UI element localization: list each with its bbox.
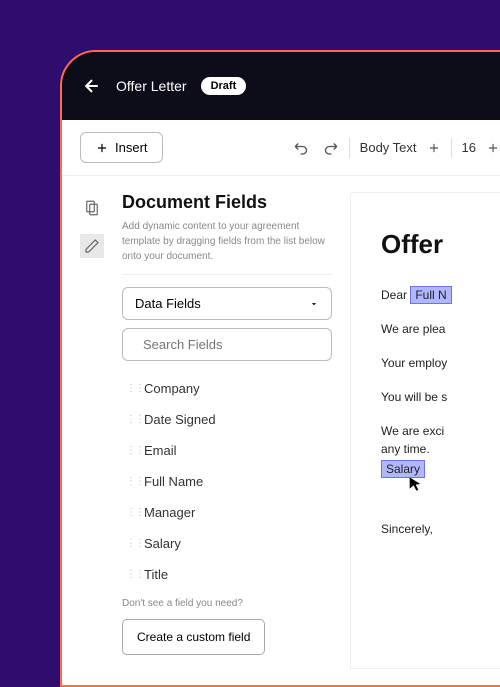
doc-line: We are exci <box>381 424 500 438</box>
field-item[interactable]: ⋮⋮ Company <box>122 373 332 404</box>
field-item[interactable]: ⋮⋮ Manager <box>122 497 332 528</box>
search-input[interactable] <box>143 337 319 352</box>
doc-signoff: Sincerely, <box>381 522 500 536</box>
drag-handle-icon: ⋮⋮ <box>126 414 134 425</box>
cursor-icon <box>407 476 423 492</box>
app-window: Offer Letter Draft Insert Body Text 16 <box>60 50 500 687</box>
doc-greeting: Dear Full N <box>381 288 500 302</box>
insert-button[interactable]: Insert <box>80 132 163 163</box>
edit-icon[interactable] <box>80 234 104 258</box>
insert-label: Insert <box>115 140 148 155</box>
field-item[interactable]: ⋮⋮ Email <box>122 435 332 466</box>
field-item[interactable]: ⋮⋮ Title <box>122 559 332 590</box>
field-label: Full Name <box>144 474 203 489</box>
create-custom-field-button[interactable]: Create a custom field <box>122 619 265 655</box>
dropdown-label: Data Fields <box>135 296 201 311</box>
back-button[interactable] <box>82 76 102 96</box>
chevron-down-icon <box>309 299 319 309</box>
drag-handle-icon: ⋮⋮ <box>126 538 134 549</box>
panel-description: Add dynamic content to your agreement te… <box>122 219 332 264</box>
doc-heading: Offer <box>381 229 500 260</box>
style-label[interactable]: Body Text <box>360 140 417 155</box>
fullname-field-tag[interactable]: Full N <box>410 286 451 304</box>
field-label: Manager <box>144 505 195 520</box>
drag-handle-icon: ⋮⋮ <box>126 383 134 394</box>
below-text: Don't see a field you need? <box>122 598 332 609</box>
search-input-wrap[interactable] <box>122 328 332 361</box>
side-icons <box>80 192 104 669</box>
field-item[interactable]: ⋮⋮ Full Name <box>122 466 332 497</box>
drag-handle-icon: ⋮⋮ <box>126 507 134 518</box>
field-item[interactable]: ⋮⋮ Date Signed <box>122 404 332 435</box>
doc-line: Your employ <box>381 356 500 370</box>
field-list: ⋮⋮ Company ⋮⋮ Date Signed ⋮⋮ Email ⋮⋮ Full N… <box>122 373 332 590</box>
field-label: Salary <box>144 536 181 551</box>
redo-button[interactable] <box>321 139 339 157</box>
panel-title: Document Fields <box>122 192 332 213</box>
content-area: Document Fields Add dynamic content to y… <box>62 176 500 685</box>
field-label: Company <box>144 381 200 396</box>
style-add-icon[interactable] <box>427 141 441 155</box>
fields-panel: Document Fields Add dynamic content to y… <box>122 192 332 669</box>
doc-line: You will be s <box>381 390 500 404</box>
undo-button[interactable] <box>293 139 311 157</box>
app-header: Offer Letter Draft <box>62 52 500 120</box>
document-preview[interactable]: Offer Dear Full N We are plea Your emplo… <box>350 192 500 669</box>
pages-icon[interactable] <box>80 196 104 220</box>
draft-badge: Draft <box>201 77 247 95</box>
data-fields-dropdown[interactable]: Data Fields <box>122 287 332 320</box>
field-label: Email <box>144 443 177 458</box>
size-add-icon[interactable] <box>486 141 500 155</box>
drag-handle-icon: ⋮⋮ <box>126 445 134 456</box>
divider <box>122 274 332 275</box>
toolbar-divider <box>349 138 350 158</box>
size-label[interactable]: 16 <box>462 140 476 155</box>
field-label: Title <box>144 567 168 582</box>
toolbar: Insert Body Text 16 <box>62 120 500 176</box>
app-body: Insert Body Text 16 <box>62 120 500 685</box>
doc-line: any time. <box>381 442 500 456</box>
drag-handle-icon: ⋮⋮ <box>126 569 134 580</box>
toolbar-divider <box>451 138 452 158</box>
field-label: Date Signed <box>144 412 216 427</box>
drag-handle-icon: ⋮⋮ <box>126 476 134 487</box>
salary-drop-target: Salary <box>381 462 425 476</box>
doc-line: We are plea <box>381 322 500 336</box>
field-item[interactable]: ⋮⋮ Salary <box>122 528 332 559</box>
document-title: Offer Letter <box>116 78 187 94</box>
